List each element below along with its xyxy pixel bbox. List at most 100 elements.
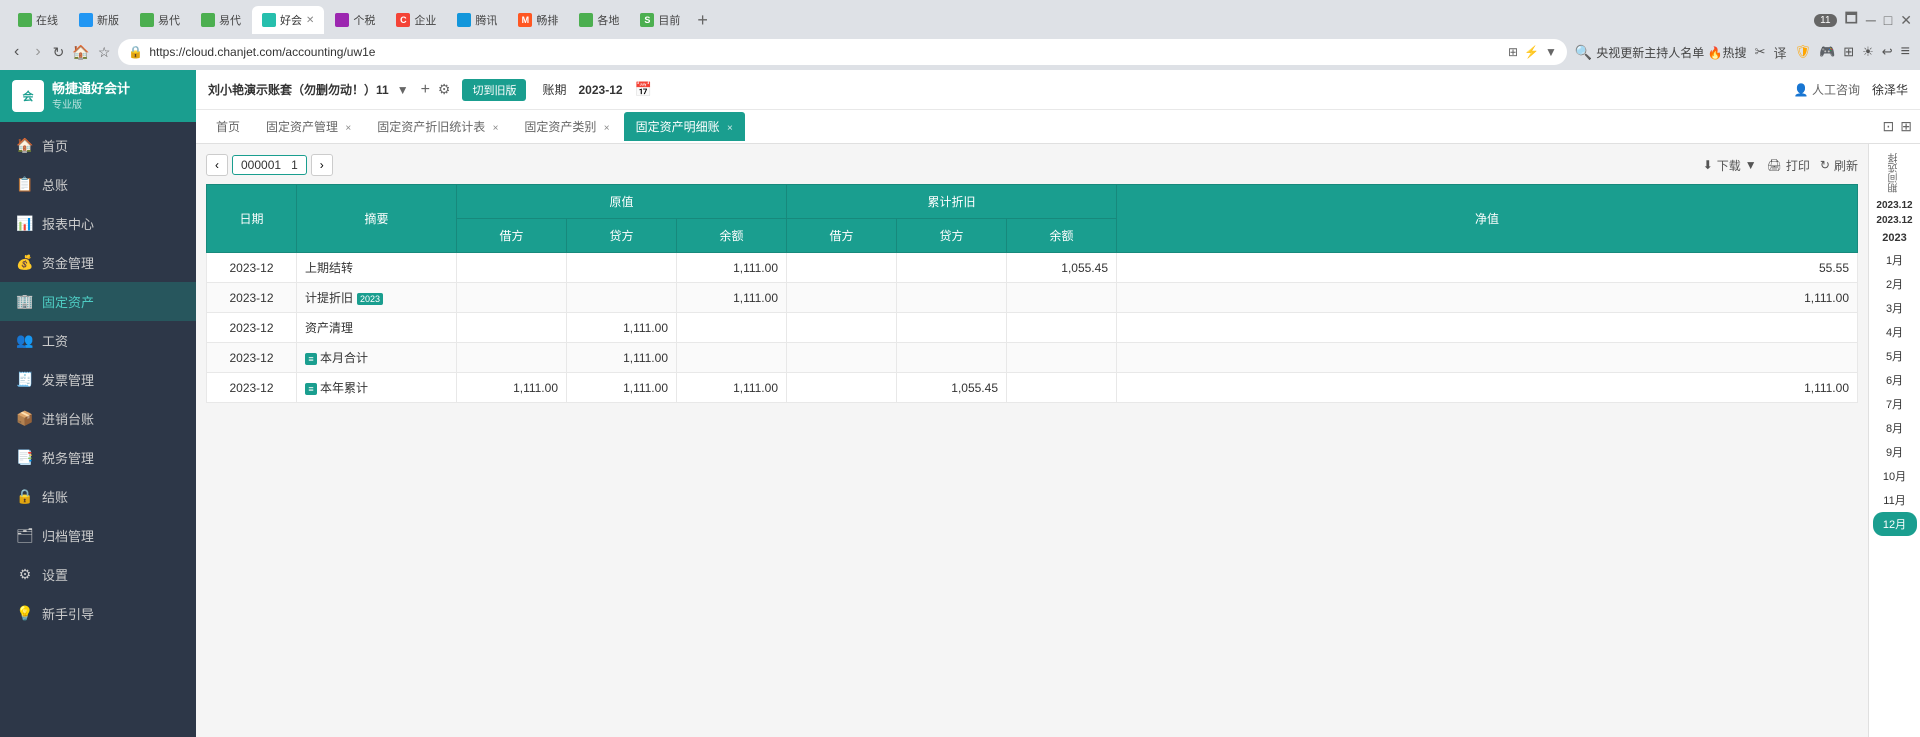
print-button[interactable]: 🖨 打印 bbox=[1767, 157, 1810, 174]
tab-active-close[interactable]: ✕ bbox=[306, 15, 314, 26]
sidebar-item-home[interactable]: 🏠 首页 bbox=[0, 126, 196, 165]
tab-yidai2[interactable]: 易代 bbox=[191, 6, 251, 34]
sidebar-item-guide[interactable]: 💡 新手引导 bbox=[0, 594, 196, 633]
tab-new-icon bbox=[79, 13, 93, 27]
period-month-9[interactable]: 9月 bbox=[1873, 440, 1917, 464]
sidebar-item-payroll[interactable]: 👥 工资 bbox=[0, 321, 196, 360]
tab-fixed-asset-mgmt[interactable]: 固定资产管理 × bbox=[254, 112, 363, 141]
back-button[interactable]: ‹ bbox=[10, 41, 23, 63]
period-month-2[interactable]: 2月 bbox=[1873, 272, 1917, 296]
tab-new[interactable]: 新版 bbox=[69, 6, 129, 34]
period-month-12[interactable]: 12月 bbox=[1873, 512, 1917, 536]
expand-panel-icon[interactable]: ⊞ bbox=[1900, 118, 1912, 135]
tab-yidai1[interactable]: 易代 bbox=[130, 6, 190, 34]
next-page-button[interactable]: › bbox=[311, 154, 333, 176]
print-icon: 🖨 bbox=[1767, 158, 1782, 172]
calendar-icon[interactable]: 📅 bbox=[635, 81, 652, 98]
download-icon: ⬇ bbox=[1703, 158, 1713, 172]
th-acc-debit: 借方 bbox=[787, 219, 897, 253]
tab-enterprise[interactable]: C 企业 bbox=[386, 6, 446, 34]
restore-window-icon[interactable]: 🗖 bbox=[1845, 8, 1858, 32]
game-icon[interactable]: 🎮 bbox=[1819, 44, 1835, 60]
tab-depreciation-stats[interactable]: 固定资产折旧统计表 × bbox=[365, 112, 510, 141]
url-box[interactable]: 🔒 https://cloud.chanjet.com/accounting/u… bbox=[118, 39, 1566, 65]
tab-fixed-asset-category[interactable]: 固定资产类别 × bbox=[512, 112, 621, 141]
tab-tencent-label: 腾讯 bbox=[475, 12, 497, 28]
cell-acc-debit bbox=[787, 253, 897, 283]
sidebar-item-reports[interactable]: 📊 报表中心 bbox=[0, 204, 196, 243]
new-tab-button[interactable]: + bbox=[691, 6, 714, 34]
tab-active[interactable]: 好会 ✕ bbox=[252, 6, 324, 34]
sidebar-item-settings-label: 设置 bbox=[42, 565, 68, 584]
ledger-nav-icon: 📋 bbox=[16, 176, 34, 193]
action-buttons: ⬇ 下载 ▼ 🖨 打印 ↻ 刷新 bbox=[1703, 157, 1858, 174]
extensions-icon[interactable]: ⊞ bbox=[1508, 45, 1518, 59]
home-button[interactable]: 🏠 bbox=[72, 44, 89, 61]
period-month-10[interactable]: 10月 bbox=[1873, 464, 1917, 488]
table-row: 2023-12 上期结转 1,111.00 1,055.45 55.55 bbox=[207, 253, 1858, 283]
sidebar-item-archive[interactable]: 🗂 归档管理 bbox=[0, 516, 196, 555]
translate-icon[interactable]: 译 bbox=[1773, 43, 1786, 62]
cell-orig-debit bbox=[457, 343, 567, 373]
sidebar-item-invoice[interactable]: 🧾 发票管理 bbox=[0, 360, 196, 399]
period-month-3[interactable]: 3月 bbox=[1873, 296, 1917, 320]
cut-icon[interactable]: ✂ bbox=[1755, 44, 1766, 60]
account-dropdown[interactable]: ▼ bbox=[397, 83, 409, 97]
period-year-2023: 2023 bbox=[1880, 228, 1908, 248]
reload-button[interactable]: ↻ bbox=[53, 44, 65, 61]
tab-depreciation-stats-close[interactable]: × bbox=[493, 123, 499, 134]
tab-geshui[interactable]: 个税 bbox=[325, 6, 385, 34]
sidebar-item-inventory[interactable]: 📦 进销台账 bbox=[0, 399, 196, 438]
period-month-8[interactable]: 8月 bbox=[1873, 416, 1917, 440]
tab-tencent[interactable]: 腾讯 bbox=[447, 6, 507, 34]
support-button[interactable]: 👤 人工咨询 bbox=[1794, 81, 1860, 98]
tab-changpai[interactable]: M 畅排 bbox=[508, 6, 568, 34]
tab-yidai1-icon bbox=[140, 13, 154, 27]
minimize-icon[interactable]: ─ bbox=[1866, 12, 1876, 28]
search-box[interactable]: 🔍 央视更新主持人名单 🔥热搜 bbox=[1575, 44, 1747, 61]
undo-icon[interactable]: ↩ bbox=[1882, 44, 1893, 60]
period-month-4[interactable]: 4月 bbox=[1873, 320, 1917, 344]
tab-fixed-asset-mgmt-close[interactable]: × bbox=[345, 123, 351, 134]
period-month-11[interactable]: 11月 bbox=[1873, 488, 1917, 512]
menu-icon[interactable]: ≡ bbox=[1901, 43, 1910, 61]
period-month-1[interactable]: 1月 bbox=[1873, 248, 1917, 272]
brightness-icon[interactable]: ☀ bbox=[1862, 44, 1874, 60]
forward-button[interactable]: › bbox=[31, 41, 44, 63]
sidebar-item-invoice-label: 发票管理 bbox=[42, 370, 94, 389]
download-button[interactable]: ⬇ 下载 ▼ bbox=[1703, 157, 1757, 174]
collapse-panel-icon[interactable]: ⊡ bbox=[1883, 118, 1895, 135]
fixed-assets-nav-icon: 🏢 bbox=[16, 293, 34, 310]
lightning-icon[interactable]: ⚡ bbox=[1524, 45, 1539, 59]
tab-online[interactable]: 在线 bbox=[8, 6, 68, 34]
tab-fixed-asset-detail[interactable]: 固定资产明细账 × bbox=[624, 112, 745, 141]
sidebar-item-tax[interactable]: 📑 税务管理 bbox=[0, 438, 196, 477]
dropdown-icon[interactable]: ▼ bbox=[1545, 45, 1557, 59]
sidebar-item-ledger[interactable]: 📋 总账 bbox=[0, 165, 196, 204]
close-window-icon[interactable]: ✕ bbox=[1900, 12, 1912, 29]
refresh-button[interactable]: ↻ 刷新 bbox=[1820, 157, 1858, 174]
sidebar-item-close[interactable]: 🔒 结账 bbox=[0, 477, 196, 516]
bookmark-button[interactable]: ☆ bbox=[98, 44, 111, 61]
period-month-5[interactable]: 5月 bbox=[1873, 344, 1917, 368]
sidebar-item-cash[interactable]: 💰 资金管理 bbox=[0, 243, 196, 282]
tab-gedi[interactable]: 各地 bbox=[569, 6, 629, 34]
settings-icon[interactable]: ⚙ bbox=[438, 81, 451, 98]
shield-icon[interactable]: 🛡 bbox=[1794, 44, 1811, 60]
tab-fixed-asset-category-close[interactable]: × bbox=[604, 123, 610, 134]
tab-home[interactable]: 首页 bbox=[204, 112, 252, 141]
period-month-7[interactable]: 7月 bbox=[1873, 392, 1917, 416]
sidebar-item-settings[interactable]: ⚙ 设置 bbox=[0, 555, 196, 594]
grid-icon[interactable]: ⊞ bbox=[1843, 44, 1854, 60]
sidebar-item-close-label: 结账 bbox=[42, 487, 68, 506]
prev-page-button[interactable]: ‹ bbox=[206, 154, 228, 176]
period-month-6[interactable]: 6月 bbox=[1873, 368, 1917, 392]
maximize-icon[interactable]: □ bbox=[1884, 12, 1892, 28]
search-icon: 🔍 bbox=[1575, 44, 1592, 61]
tab-fixed-asset-detail-close[interactable]: × bbox=[727, 123, 733, 134]
sidebar-item-fixed-assets[interactable]: 🏢 固定资产 bbox=[0, 282, 196, 321]
cell-summary: ≡本月合计 bbox=[297, 343, 457, 373]
switch-version-button[interactable]: 切到旧版 bbox=[462, 79, 526, 101]
tab-muqian[interactable]: S 目前 bbox=[630, 6, 690, 34]
add-account-button[interactable]: + bbox=[421, 81, 430, 99]
